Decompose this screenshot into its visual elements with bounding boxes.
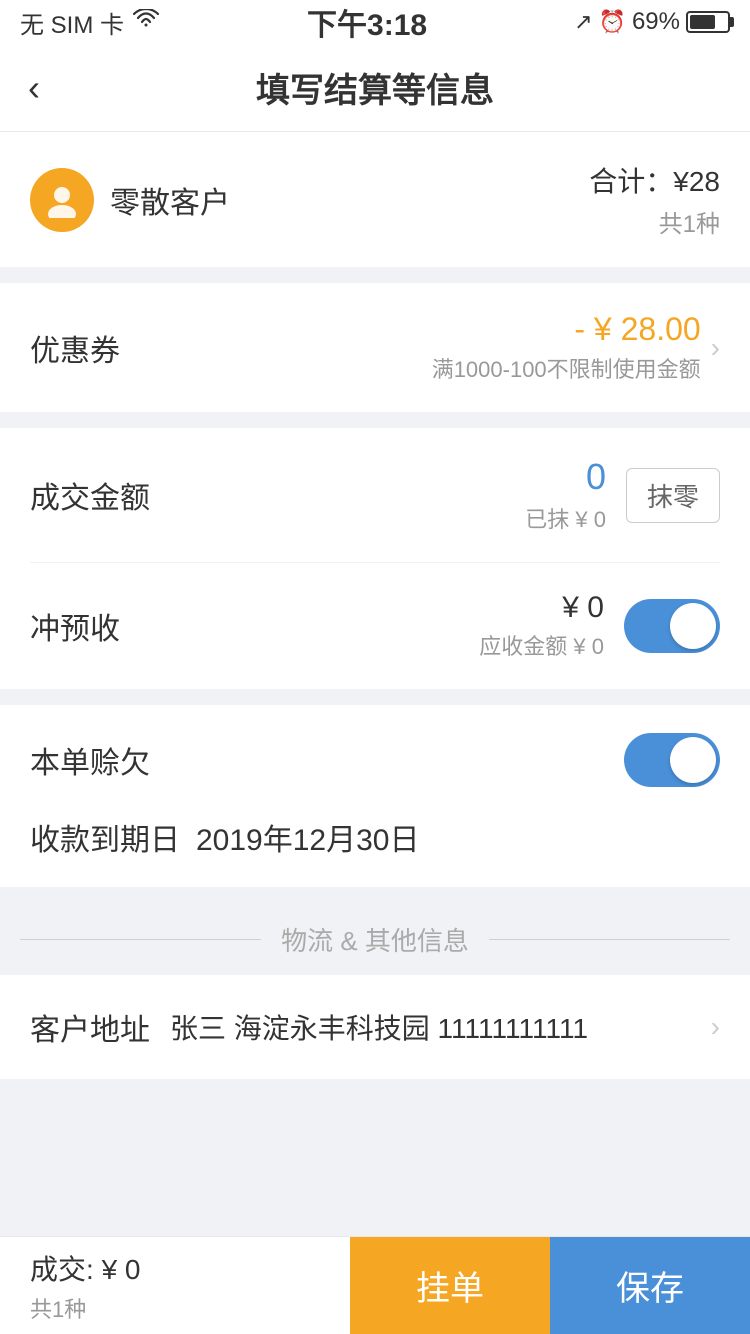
charge-value: ¥ 0 [479, 591, 604, 625]
deal-section: 成交金额 0 已抹 ¥ 0 抹零 冲预收 ¥ 0 应收金额 ¥ 0 [0, 428, 750, 689]
hang-button[interactable]: 挂单 [350, 1237, 550, 1334]
debt-section: 本单赊欠 收款到期日 2019年12月30日 [0, 705, 750, 887]
status-time: 下午3:18 [307, 0, 427, 44]
wifi-icon [132, 8, 160, 36]
address-chevron-icon: › [711, 1011, 720, 1043]
deal-value-wrap: 0 已抹 ¥ 0 [525, 456, 606, 534]
chevron-right-icon: › [711, 332, 720, 364]
total-amount: 合计：¥28 [589, 160, 720, 200]
address-section[interactable]: 客户地址 张三 海淀永丰科技园 11111111111 › [0, 975, 750, 1079]
page-title: 填写结算等信息 [256, 63, 494, 112]
coupon-label: 优惠券 [30, 326, 120, 370]
alarm-icon: ⏰ [599, 9, 626, 35]
charge-toggle[interactable] [624, 599, 720, 653]
total-count: 共1种 [589, 204, 720, 239]
coupon-amount: - ¥ 28.00 [432, 311, 701, 348]
battery-percent: 69% [632, 8, 680, 36]
charge-label: 冲预收 [30, 604, 120, 648]
status-left: 无 SIM 卡 [20, 5, 160, 40]
back-button[interactable]: ‹ [28, 67, 40, 109]
coupon-info: - ¥ 28.00 满1000-100不限制使用金额 [432, 311, 701, 384]
bottom-count: 共1种 [30, 1292, 320, 1324]
nav-bar: ‹ 填写结算等信息 [0, 44, 750, 132]
location-icon: ↗ [574, 9, 592, 35]
charge-value-wrap: ¥ 0 应收金额 ¥ 0 [479, 591, 604, 661]
debt-row: 本单赊欠 [30, 705, 720, 815]
logistics-divider-left [20, 939, 261, 940]
debt-label: 本单赊欠 [30, 738, 150, 782]
coupon-right: - ¥ 28.00 满1000-100不限制使用金额 › [432, 311, 720, 384]
customer-row: 零散客户 合计：¥28 共1种 [0, 132, 750, 267]
bottom-bar: 成交: ¥ 0 共1种 挂单 保存 [0, 1236, 750, 1334]
coupon-row[interactable]: 优惠券 - ¥ 28.00 满1000-100不限制使用金额 › [0, 283, 750, 412]
charge-sub: 应收金额 ¥ 0 [479, 629, 604, 661]
customer-card: 零散客户 合计：¥28 共1种 [0, 132, 750, 267]
address-value: 张三 海淀永丰科技园 11111111111 [170, 1007, 711, 1047]
address-label: 客户地址 [30, 1005, 150, 1049]
coupon-card[interactable]: 优惠券 - ¥ 28.00 满1000-100不限制使用金额 › [0, 283, 750, 412]
battery-icon [686, 11, 730, 33]
deal-amount-row: 成交金额 0 已抹 ¥ 0 抹零 [30, 428, 720, 563]
toggle-knob [670, 603, 716, 649]
status-bar: 无 SIM 卡 下午3:18 ↗ ⏰ 69% [0, 0, 750, 44]
status-right: ↗ ⏰ 69% [574, 8, 730, 36]
bottom-deal-value: ¥ 0 [102, 1254, 141, 1285]
round-zero-button[interactable]: 抹零 [626, 468, 720, 523]
debt-toggle[interactable] [624, 733, 720, 787]
content: 零散客户 合计：¥28 共1种 优惠券 - ¥ 28.00 满1000-100不… [0, 132, 750, 1199]
due-date-value: 2019年12月30日 [196, 815, 419, 859]
bottom-deal-label: 成交: [30, 1254, 94, 1285]
deal-sub-label: 已抹 ¥ 0 [525, 502, 606, 534]
deal-amount-label: 成交金额 [30, 473, 150, 517]
carrier-text: 无 SIM 卡 [20, 5, 124, 40]
logistics-text: 物流 & 其他信息 [281, 921, 469, 958]
customer-right: 合计：¥28 共1种 [589, 160, 720, 239]
charge-row: 冲预收 ¥ 0 应收金额 ¥ 0 [30, 563, 720, 689]
bottom-info: 成交: ¥ 0 共1种 [0, 1237, 350, 1334]
due-date-label: 收款到期日 [30, 815, 180, 859]
address-row[interactable]: 客户地址 张三 海淀永丰科技园 11111111111 › [30, 975, 720, 1079]
deal-amount-right: 0 已抹 ¥ 0 抹零 [525, 456, 720, 534]
avatar [30, 168, 94, 232]
charge-right: ¥ 0 应收金额 ¥ 0 [479, 591, 720, 661]
save-button[interactable]: 保存 [550, 1237, 750, 1334]
logistics-section: 物流 & 其他信息 [0, 903, 750, 975]
debt-toggle-knob [670, 737, 716, 783]
bottom-deal-text: 成交: ¥ 0 [30, 1248, 320, 1288]
deal-amount-value[interactable]: 0 [525, 456, 606, 498]
customer-left: 零散客户 [30, 168, 230, 232]
due-date-row[interactable]: 收款到期日 2019年12月30日 [30, 815, 720, 887]
coupon-desc: 满1000-100不限制使用金额 [432, 352, 701, 384]
customer-name: 零散客户 [110, 178, 230, 222]
logistics-divider-right [489, 939, 730, 940]
